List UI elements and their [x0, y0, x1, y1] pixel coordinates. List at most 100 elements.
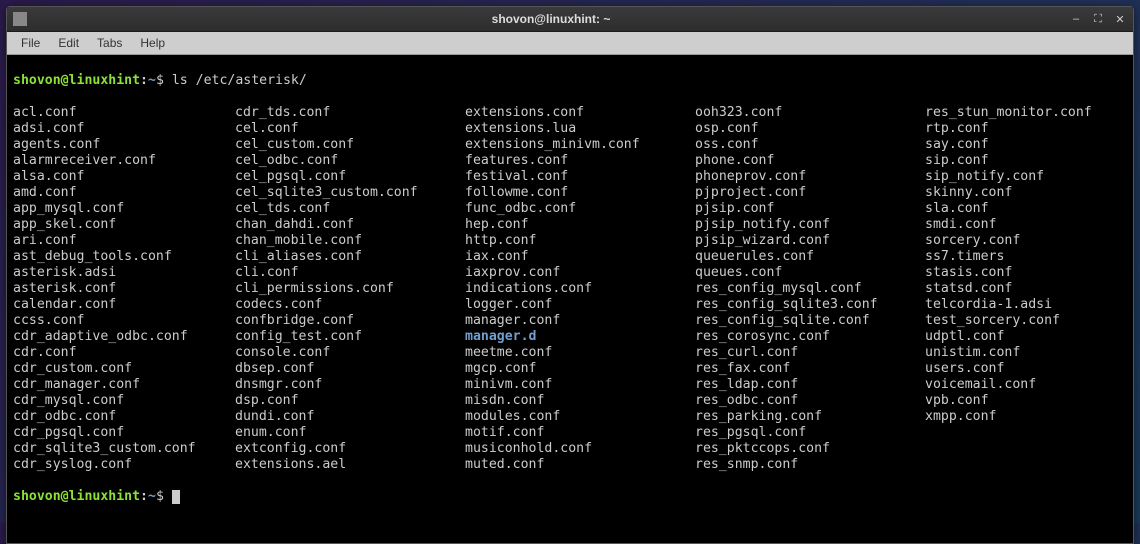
- ls-col-3: extensions.confextensions.luaextensions_…: [465, 105, 695, 473]
- prompt-user: shovon@linuxhint: [13, 489, 140, 504]
- ls-file-entry: users.conf: [925, 361, 1127, 377]
- ls-file-entry: cdr_mysql.conf: [13, 393, 235, 409]
- ls-file-entry: res_config_mysql.conf: [695, 281, 925, 297]
- ls-file-entry: http.conf: [465, 233, 695, 249]
- ls-file-entry: res_pgsql.conf: [695, 425, 925, 441]
- ls-file-entry: adsi.conf: [13, 121, 235, 137]
- ls-file-entry: indications.conf: [465, 281, 695, 297]
- ls-file-entry: res_snmp.conf: [695, 457, 925, 473]
- ls-file-entry: cdr_syslog.conf: [13, 457, 235, 473]
- ls-file-entry: asterisk.adsi: [13, 265, 235, 281]
- ls-file-entry: statsd.conf: [925, 281, 1127, 297]
- maximize-button[interactable]: ⛶: [1091, 12, 1105, 26]
- ls-file-entry: cel_pgsql.conf: [235, 169, 465, 185]
- ls-file-entry: musiconhold.conf: [465, 441, 695, 457]
- ls-file-entry: res_parking.conf: [695, 409, 925, 425]
- ls-file-entry: voicemail.conf: [925, 377, 1127, 393]
- prompt-dollar: $: [156, 73, 172, 88]
- command-text: ls /etc/asterisk/: [172, 73, 307, 88]
- ls-file-entry: acl.conf: [13, 105, 235, 121]
- ls-file-entry: ari.conf: [13, 233, 235, 249]
- ls-file-entry: cel_custom.conf: [235, 137, 465, 153]
- ls-file-entry: minivm.conf: [465, 377, 695, 393]
- ls-file-entry: dbsep.conf: [235, 361, 465, 377]
- ls-file-entry: console.conf: [235, 345, 465, 361]
- ls-file-entry: xmpp.conf: [925, 409, 1127, 425]
- ls-file-entry: alsa.conf: [13, 169, 235, 185]
- cursor: [172, 490, 180, 504]
- ls-file-entry: phone.conf: [695, 153, 925, 169]
- ls-file-entry: cdr_tds.conf: [235, 105, 465, 121]
- ls-file-entry: unistim.conf: [925, 345, 1127, 361]
- ls-file-entry: queues.conf: [695, 265, 925, 281]
- ls-file-entry: dnsmgr.conf: [235, 377, 465, 393]
- ls-file-entry: osp.conf: [695, 121, 925, 137]
- ls-file-entry: cli.conf: [235, 265, 465, 281]
- ls-file-entry: res_curl.conf: [695, 345, 925, 361]
- ls-file-entry: misdn.conf: [465, 393, 695, 409]
- ls-file-entry: sorcery.conf: [925, 233, 1127, 249]
- ls-file-entry: cel_odbc.conf: [235, 153, 465, 169]
- ls-file-entry: cdr_custom.conf: [13, 361, 235, 377]
- ls-file-entry: modules.conf: [465, 409, 695, 425]
- ls-file-entry: cdr_sqlite3_custom.conf: [13, 441, 235, 457]
- ls-file-entry: res_stun_monitor.conf: [925, 105, 1127, 121]
- ls-file-entry: vpb.conf: [925, 393, 1127, 409]
- ls-file-entry: res_fax.conf: [695, 361, 925, 377]
- ls-file-entry: muted.conf: [465, 457, 695, 473]
- ls-file-entry: meetme.conf: [465, 345, 695, 361]
- ls-file-entry: extensions.conf: [465, 105, 695, 121]
- ls-file-entry: chan_dahdi.conf: [235, 217, 465, 233]
- prompt-colon: :: [140, 489, 148, 504]
- ls-file-entry: res_pktccops.conf: [695, 441, 925, 457]
- terminal-area[interactable]: shovon@linuxhint:~$ ls /etc/asterisk/ ac…: [7, 55, 1133, 543]
- ls-file-entry: config_test.conf: [235, 329, 465, 345]
- ls-file-entry: mgcp.conf: [465, 361, 695, 377]
- ls-file-entry: res_config_sqlite.conf: [695, 313, 925, 329]
- ls-file-entry: queuerules.conf: [695, 249, 925, 265]
- ls-file-entry: oss.conf: [695, 137, 925, 153]
- ls-file-entry: confbridge.conf: [235, 313, 465, 329]
- ls-file-entry: agents.conf: [13, 137, 235, 153]
- ls-file-entry: pjsip_wizard.conf: [695, 233, 925, 249]
- prompt-dollar: $: [156, 489, 172, 504]
- menu-tabs[interactable]: Tabs: [89, 34, 130, 52]
- ls-dir-entry: manager.d: [465, 329, 695, 345]
- close-button[interactable]: ✕: [1113, 12, 1127, 26]
- ls-file-entry: pjsip_notify.conf: [695, 217, 925, 233]
- ls-file-entry: cel_sqlite3_custom.conf: [235, 185, 465, 201]
- menubar: File Edit Tabs Help: [7, 32, 1133, 55]
- ls-file-entry: app_skel.conf: [13, 217, 235, 233]
- prompt-path: ~: [148, 73, 156, 88]
- ls-file-entry: res_ldap.conf: [695, 377, 925, 393]
- ls-file-entry: sip_notify.conf: [925, 169, 1127, 185]
- ls-file-entry: test_sorcery.conf: [925, 313, 1127, 329]
- prompt-line-1: shovon@linuxhint:~$ ls /etc/asterisk/: [13, 73, 1127, 89]
- ls-file-entry: enum.conf: [235, 425, 465, 441]
- ls-file-entry: pjproject.conf: [695, 185, 925, 201]
- ls-file-entry: res_corosync.conf: [695, 329, 925, 345]
- ls-file-entry: dundi.conf: [235, 409, 465, 425]
- ls-col-2: cdr_tds.confcel.confcel_custom.confcel_o…: [235, 105, 465, 473]
- ls-file-entry: smdi.conf: [925, 217, 1127, 233]
- ls-file-entry: extconfig.conf: [235, 441, 465, 457]
- ls-file-entry: extensions.lua: [465, 121, 695, 137]
- menu-edit[interactable]: Edit: [50, 34, 87, 52]
- ls-file-entry: sla.conf: [925, 201, 1127, 217]
- menu-file[interactable]: File: [13, 34, 48, 52]
- ls-file-entry: hep.conf: [465, 217, 695, 233]
- ls-file-entry: cdr.conf: [13, 345, 235, 361]
- ls-file-entry: sip.conf: [925, 153, 1127, 169]
- minimize-button[interactable]: ‒: [1069, 12, 1083, 26]
- ls-file-entry: ccss.conf: [13, 313, 235, 329]
- ls-file-entry: festival.conf: [465, 169, 695, 185]
- ls-file-entry: say.conf: [925, 137, 1127, 153]
- prompt-user: shovon@linuxhint: [13, 73, 140, 88]
- ls-file-entry: telcordia-1.adsi: [925, 297, 1127, 313]
- ls-file-entry: codecs.conf: [235, 297, 465, 313]
- prompt-line-2: shovon@linuxhint:~$: [13, 489, 1127, 505]
- titlebar[interactable]: shovon@linuxhint: ~ ‒ ⛶ ✕: [7, 7, 1133, 32]
- ls-file-entry: iax.conf: [465, 249, 695, 265]
- menu-help[interactable]: Help: [132, 34, 173, 52]
- ls-file-entry: chan_mobile.conf: [235, 233, 465, 249]
